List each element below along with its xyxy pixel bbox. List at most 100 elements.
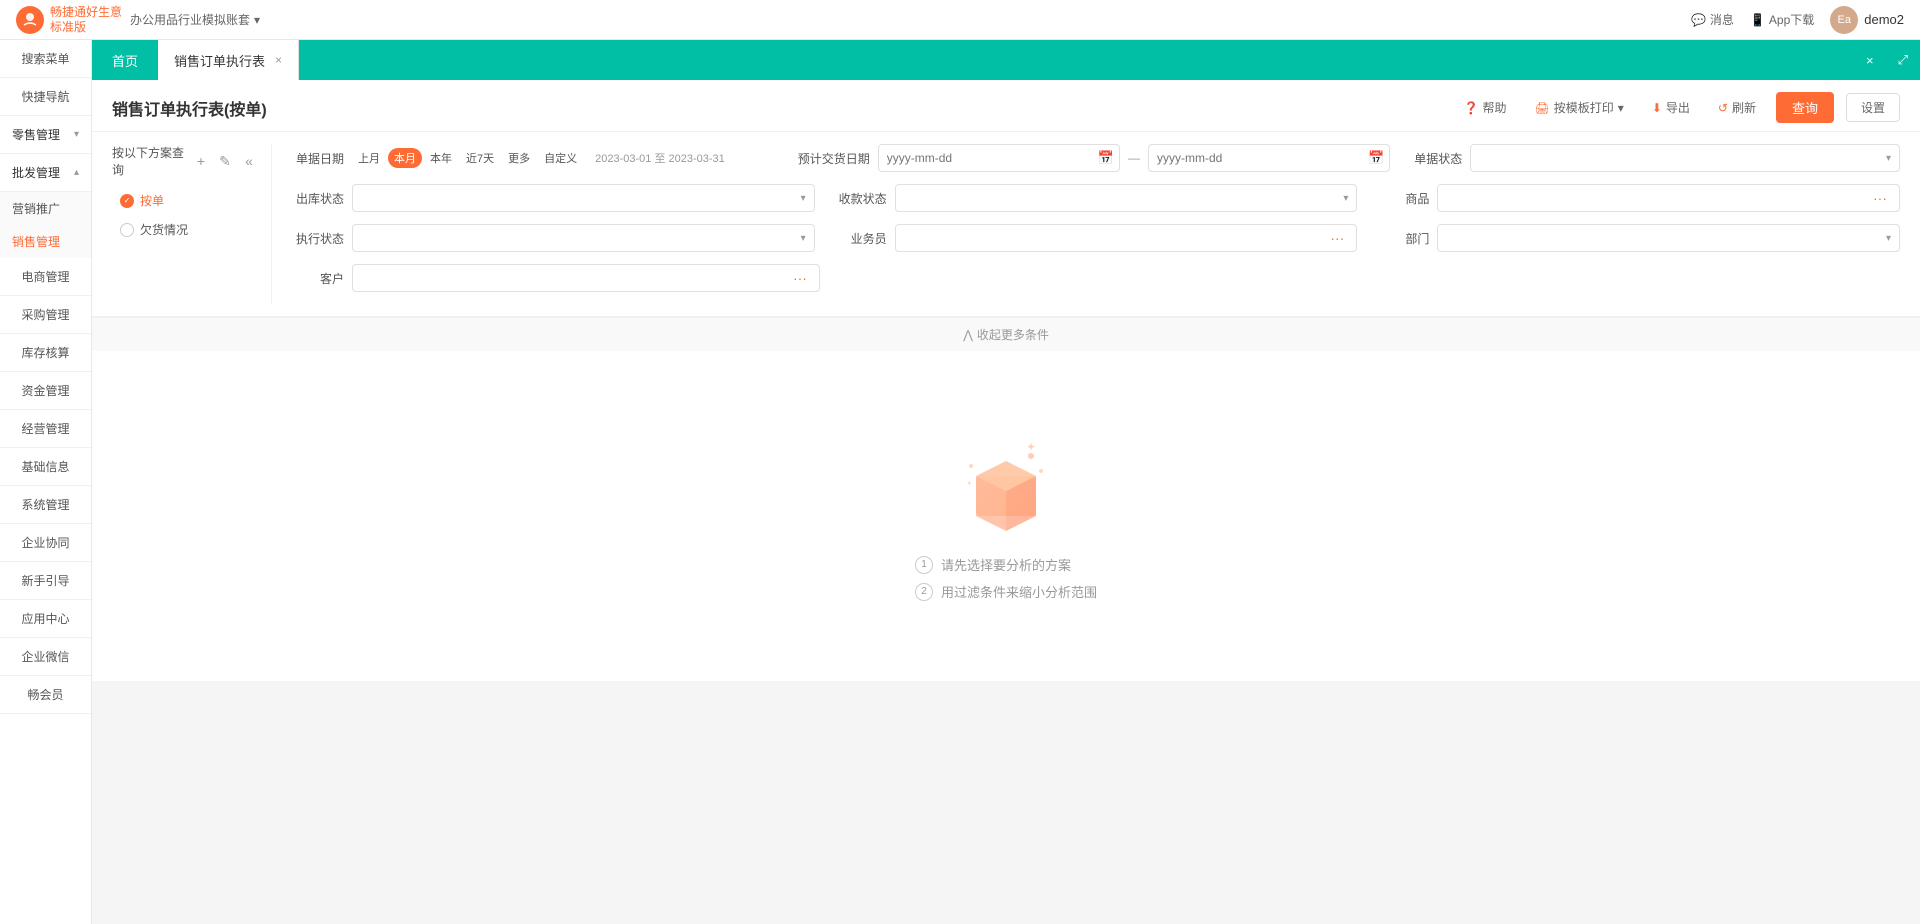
date-tab-lastmonth[interactable]: 上月	[352, 148, 386, 168]
filter-row-3: 执行状态 ▾ 业务员 ···	[288, 224, 1900, 252]
payment-arrow: ▾	[1343, 193, 1348, 204]
export-button[interactable]: ⬇ 导出	[1644, 95, 1698, 120]
export-icon: ⬇	[1652, 101, 1662, 115]
goods-ellipsis[interactable]: ···	[1869, 190, 1891, 206]
filter-sidebar-title: 按以下方案查询	[112, 144, 191, 178]
tab-maximize[interactable]: ⤢	[1886, 40, 1920, 80]
print-button[interactable]: 🖨 按模板打印 ▾	[1527, 95, 1632, 120]
tab-close-window[interactable]: ×	[1854, 40, 1886, 80]
filter-nav-by-order[interactable]: ✓ 按单	[112, 186, 259, 215]
date-tab-7days[interactable]: 近7天	[460, 148, 500, 168]
collapse-bar[interactable]: ⋀ 收起更多条件	[92, 317, 1920, 351]
query-button[interactable]: 查询	[1776, 92, 1834, 123]
status-select[interactable]: ▾	[1470, 144, 1900, 172]
customer-ellipsis[interactable]: ···	[789, 270, 811, 286]
sidebar-item-enterprise[interactable]: 企业协同	[0, 524, 91, 562]
sidebar-item-sales[interactable]: 销售管理	[0, 225, 91, 258]
dept-select[interactable]: ▾	[1437, 224, 1900, 252]
app-download-button[interactable]: 📱 App下载	[1750, 11, 1814, 28]
date-tabs: 上月 本月 本年 近7天 更多 自定义	[352, 148, 583, 168]
expected-date-to-icon[interactable]: 📅	[1368, 150, 1384, 166]
expected-date-from-input[interactable]	[878, 144, 1120, 172]
delivery-status-select[interactable]: ▾	[352, 184, 815, 212]
goods-filter: 商品 ···	[1373, 184, 1900, 212]
empty-state: ✦ ✦ 1 请先选择要分析的方案 2 用过滤条件来缩小分析范围	[92, 351, 1920, 681]
sidebar-item-purchase[interactable]: 采购管理	[0, 296, 91, 334]
sidebar-item-newbie[interactable]: 新手引导	[0, 562, 91, 600]
sidebar-item-member[interactable]: 畅会员	[0, 676, 91, 714]
tip-num-1: 1	[915, 556, 933, 574]
expected-date-label: 预计交货日期	[798, 150, 870, 167]
svg-text:✦: ✦	[966, 479, 973, 488]
tab-close-icon[interactable]: ×	[275, 53, 282, 67]
filter-sidebar-header: 按以下方案查询 + ✎ «	[112, 144, 259, 178]
dept-arrow: ▾	[1886, 233, 1891, 244]
sidebar-item-marketing[interactable]: 营销推广	[0, 192, 91, 225]
sidebar-item-wholesale[interactable]: 批发管理 ▴	[0, 154, 91, 192]
refresh-icon: ↺	[1718, 101, 1728, 115]
empty-tip-1-text: 请先选择要分析的方案	[941, 555, 1071, 574]
salesperson-ellipsis[interactable]: ···	[1326, 230, 1348, 246]
breadcrumb: 办公用品行业模拟账套 ▾	[130, 11, 260, 28]
date-tab-thisyear[interactable]: 本年	[424, 148, 458, 168]
date-tab-custom[interactable]: 自定义	[538, 148, 583, 168]
avatar: Ea	[1830, 6, 1858, 34]
customer-select[interactable]: ···	[352, 264, 820, 292]
page-title: 销售订单执行表(按单)	[112, 96, 267, 120]
sidebar-item-finance[interactable]: 资金管理	[0, 372, 91, 410]
collapse-scheme-button[interactable]: «	[239, 151, 259, 171]
message-button[interactable]: 💬 消息	[1691, 11, 1734, 28]
status-label: 单据状态	[1406, 150, 1462, 167]
filter-nav-dot-active: ✓	[120, 194, 134, 208]
empty-tip-2-text: 用过滤条件来缩小分析范围	[941, 582, 1097, 601]
print-dropdown-arrow[interactable]: ▾	[1618, 101, 1624, 115]
payment-status-label: 收款状态	[831, 190, 887, 207]
page-actions: ❓ 帮助 🖨 按模板打印 ▾ ⬇ 导出 ↺	[1456, 92, 1900, 123]
message-icon: 💬	[1691, 13, 1706, 27]
settings-button[interactable]: 设置	[1846, 93, 1900, 122]
exec-status-filter: 执行状态 ▾	[288, 224, 815, 252]
exec-status-select[interactable]: ▾	[352, 224, 815, 252]
date-tab-more[interactable]: 更多	[502, 148, 536, 168]
expected-date-to-input[interactable]	[1148, 144, 1390, 172]
goods-select[interactable]: ···	[1437, 184, 1900, 212]
salesperson-select[interactable]: ···	[895, 224, 1358, 252]
tab-sales-order[interactable]: 销售订单执行表 ×	[158, 40, 299, 80]
customer-label: 客户	[288, 270, 344, 287]
sidebar-item-quicknav[interactable]: 快捷导航	[0, 78, 91, 116]
expected-date-to-wrapper: 📅	[1148, 144, 1390, 172]
main-layout: 搜索菜单 快捷导航 零售管理 ▾ 批发管理 ▴ 营销推广 销售管理 电商管理 采…	[0, 40, 1920, 924]
sidebar-item-ecommerce[interactable]: 电商管理	[0, 258, 91, 296]
payment-status-select[interactable]: ▾	[895, 184, 1358, 212]
sidebar-item-operation[interactable]: 经营管理	[0, 410, 91, 448]
payment-status-filter: 收款状态 ▾	[831, 184, 1358, 212]
date-filter-label: 单据日期	[288, 150, 344, 167]
sidebar-item-system[interactable]: 系统管理	[0, 486, 91, 524]
sidebar-item-search[interactable]: 搜索菜单	[0, 40, 91, 78]
filter-nav-shortage[interactable]: 欠货情况	[112, 215, 259, 244]
empty-tips: 1 请先选择要分析的方案 2 用过滤条件来缩小分析范围	[915, 555, 1097, 601]
header-right: 💬 消息 📱 App下载 Ea demo2	[1691, 6, 1904, 34]
expected-date-from-icon[interactable]: 📅	[1098, 150, 1114, 166]
breadcrumb-arrow[interactable]: ▾	[254, 13, 260, 27]
add-scheme-button[interactable]: +	[191, 151, 211, 171]
sidebar-item-basic[interactable]: 基础信息	[0, 448, 91, 486]
sidebar-item-appcenter[interactable]: 应用中心	[0, 600, 91, 638]
empty-tip-2: 2 用过滤条件来缩小分析范围	[915, 582, 1097, 601]
tab-bar: 首页 销售订单执行表 × × ⤢	[92, 40, 1920, 80]
sidebar-item-wechat[interactable]: 企业微信	[0, 638, 91, 676]
edit-scheme-button[interactable]: ✎	[215, 151, 235, 171]
expected-date-filter: 预计交货日期 📅 — 📅	[798, 144, 1391, 172]
sidebar-item-retail[interactable]: 零售管理 ▾	[0, 116, 91, 154]
refresh-button[interactable]: ↺ 刷新	[1710, 95, 1764, 120]
delivery-status-label: 出库状态	[288, 190, 344, 207]
tab-home[interactable]: 首页	[92, 40, 158, 80]
user-info[interactable]: Ea demo2	[1830, 6, 1904, 34]
help-button[interactable]: ❓ 帮助	[1456, 95, 1515, 120]
date-tab-thismonth[interactable]: 本月	[388, 148, 422, 168]
filter-row-4: 客户 ···	[288, 264, 1900, 292]
sidebar-item-inventory[interactable]: 库存核算	[0, 334, 91, 372]
page-container: 销售订单执行表(按单) ❓ 帮助 🖨 按模板打印 ▾ ⬇	[92, 80, 1920, 681]
delivery-arrow: ▾	[801, 193, 806, 204]
empty-icon: ✦ ✦	[956, 431, 1056, 531]
